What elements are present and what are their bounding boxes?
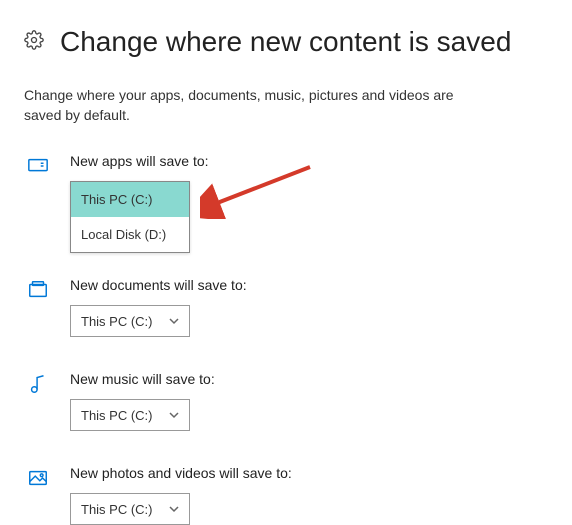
page-header: Change where new content is saved — [24, 26, 548, 58]
photos-icon — [27, 467, 49, 494]
documents-selected: This PC (C:) — [81, 314, 153, 329]
apps-dropdown-open[interactable]: This PC (C:) Local Disk (D:) — [70, 181, 190, 253]
photos-selected: This PC (C:) — [81, 502, 153, 517]
chevron-down-icon — [169, 408, 179, 423]
gear-icon — [24, 30, 44, 55]
photos-label: New photos and videos will save to: — [70, 465, 548, 481]
page-subtitle: Change where your apps, documents, music… — [24, 86, 464, 125]
music-dropdown[interactable]: This PC (C:) — [70, 399, 190, 431]
music-label: New music will save to: — [70, 371, 548, 387]
documents-dropdown[interactable]: This PC (C:) — [70, 305, 190, 337]
music-icon — [27, 373, 49, 400]
section-apps: New apps will save to: This PC (C:) Loca… — [24, 153, 548, 253]
section-photos: New photos and videos will save to: This… — [24, 465, 548, 525]
dropdown-option-c[interactable]: This PC (C:) — [71, 182, 189, 217]
photos-dropdown[interactable]: This PC (C:) — [70, 493, 190, 525]
apps-label: New apps will save to: — [70, 153, 548, 169]
section-documents: New documents will save to: This PC (C:) — [24, 277, 548, 337]
page-title: Change where new content is saved — [60, 26, 511, 58]
section-music: New music will save to: This PC (C:) — [24, 371, 548, 431]
dropdown-option-d[interactable]: Local Disk (D:) — [71, 217, 189, 252]
music-selected: This PC (C:) — [81, 408, 153, 423]
documents-icon — [27, 279, 49, 306]
chevron-down-icon — [169, 314, 179, 329]
apps-icon — [27, 155, 49, 182]
chevron-down-icon — [169, 502, 179, 517]
documents-label: New documents will save to: — [70, 277, 548, 293]
